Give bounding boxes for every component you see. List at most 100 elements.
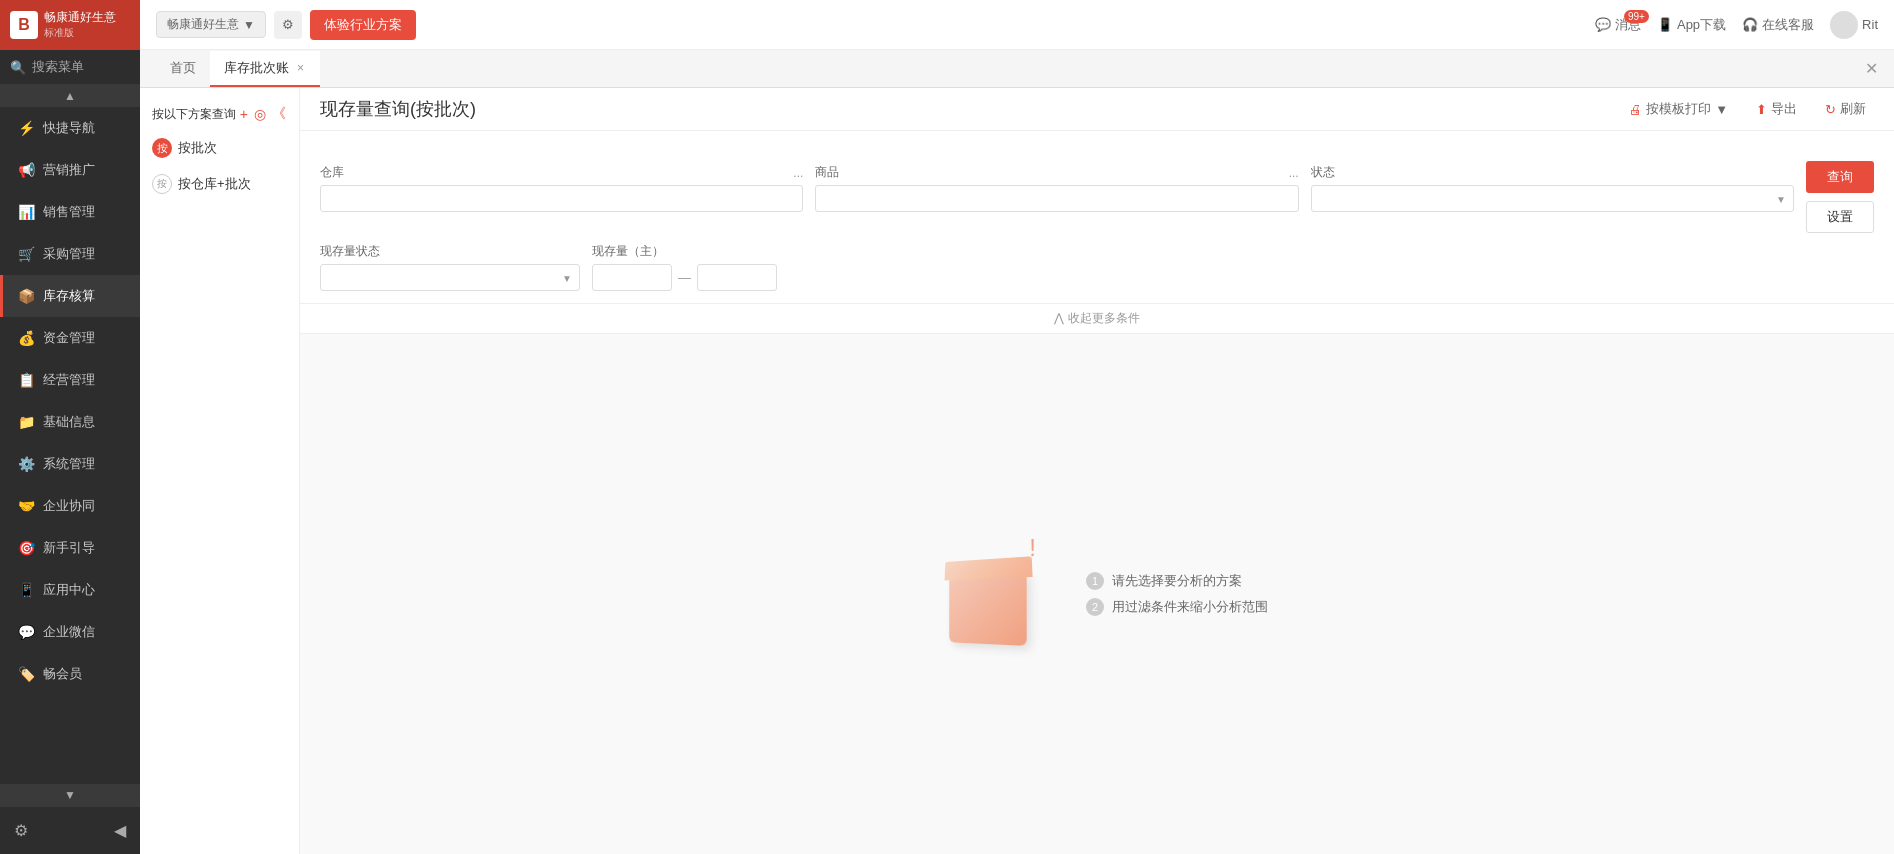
tab-home[interactable]: 首页	[156, 51, 210, 87]
experience-industry-button[interactable]: 体验行业方案	[310, 10, 416, 40]
app-download-label: App下载	[1677, 16, 1726, 34]
sidebar-item-label-quick-nav: 快捷导航	[43, 119, 95, 137]
sidebar-item-label-basic: 基础信息	[43, 413, 95, 431]
stock-status-select[interactable]	[320, 264, 580, 291]
left-panel-title: 按以下方案查询	[152, 106, 236, 123]
refresh-button[interactable]: ↻ 刷新	[1817, 96, 1874, 122]
finance-icon: 💰	[17, 330, 35, 346]
sidebar-item-wechat[interactable]: 💬 企业微信	[0, 611, 140, 653]
sidebar-collapse-icon[interactable]: ◀	[110, 817, 130, 844]
empty-exclaim-icon: !	[1029, 534, 1036, 562]
sidebar-item-basic[interactable]: 📁 基础信息	[0, 401, 140, 443]
filter-stock-qty-label: 现存量（主）	[592, 243, 1874, 260]
app-download-button[interactable]: 📱 App下载	[1657, 16, 1726, 34]
sidebar-item-appcenter[interactable]: 📱 应用中心	[0, 569, 140, 611]
warehouse-dots[interactable]: ...	[793, 166, 803, 180]
global-settings-icon[interactable]: ⚙	[10, 817, 32, 844]
filter-settings-button[interactable]: 设置	[1806, 201, 1874, 233]
sidebar-item-label-marketing: 营销推广	[43, 161, 95, 179]
message-icon: 💬	[1595, 17, 1611, 32]
appcenter-icon: 📱	[17, 582, 35, 598]
basic-icon: 📁	[17, 414, 35, 430]
headset-icon: 🎧	[1742, 17, 1758, 32]
sidebar-item-operation[interactable]: 📋 经营管理	[0, 359, 140, 401]
app-logo: B	[10, 11, 38, 39]
tab-panel-close-button[interactable]: ✕	[1865, 59, 1878, 78]
scheme-by-warehouse-batch-icon: 按	[152, 174, 172, 194]
empty-tip-2: 2 用过滤条件来缩小分析范围	[1086, 598, 1268, 616]
scroll-down-button[interactable]: ▼	[0, 784, 140, 806]
export-label: 导出	[1771, 100, 1797, 118]
user-name: Rit	[1862, 17, 1878, 32]
member-icon: 🏷️	[17, 666, 35, 682]
wechat-icon: 💬	[17, 624, 35, 640]
company-selector[interactable]: 畅康通好生意 ▼	[156, 11, 266, 38]
filter-stock-status-label: 现存量状态	[320, 243, 580, 260]
sidebar-item-sales[interactable]: 📊 销售管理	[0, 191, 140, 233]
tab-home-label: 首页	[170, 59, 196, 77]
sidebar-item-label-enterprise: 企业协同	[43, 497, 95, 515]
add-scheme-button[interactable]: +	[239, 104, 249, 124]
toolbar-right: 🖨 按模板打印 ▼ ⬆ 导出 ↻ 刷新	[1621, 96, 1874, 122]
topbar-gear-button[interactable]: ⚙	[274, 11, 302, 39]
export-button[interactable]: ⬆ 导出	[1748, 96, 1805, 122]
sidebar-item-newbie[interactable]: 🎯 新手引导	[0, 527, 140, 569]
warehouse-input[interactable]	[320, 185, 803, 212]
filter-status-field: 状态	[1311, 164, 1794, 212]
sidebar-item-inventory[interactable]: 📦 库存核算	[0, 275, 140, 317]
user-profile-button[interactable]: Rit	[1830, 11, 1878, 39]
tab-close-button[interactable]: ×	[295, 61, 306, 75]
filter-stock-qty-field: 现存量（主） —	[592, 243, 1874, 291]
filter-stock-status-field: 现存量状态	[320, 243, 580, 291]
sidebar-item-label-newbie: 新手引导	[43, 539, 95, 557]
tab-inventory-batch-label: 库存批次账	[224, 59, 289, 77]
empty-illustration: !	[926, 534, 1046, 654]
message-badge: 99+	[1624, 10, 1649, 23]
filter-row-1: 仓库 ... 商品 ... 状态	[320, 143, 1874, 233]
goods-input[interactable]	[815, 185, 1298, 212]
filter-status-label: 状态	[1311, 164, 1794, 181]
goods-dots[interactable]: ...	[1289, 166, 1299, 180]
scheme-by-batch-label: 按批次	[178, 139, 217, 157]
search-icon: 🔍	[10, 60, 26, 75]
filter-goods-label: 商品 ...	[815, 164, 1298, 181]
stock-status-select-wrap	[320, 264, 580, 291]
qty-max-input[interactable]	[697, 264, 777, 291]
sidebar-item-marketing[interactable]: 📢 营销推广	[0, 149, 140, 191]
scheme-by-batch[interactable]: 按 按批次	[140, 130, 299, 166]
sidebar-item-finance[interactable]: 💰 资金管理	[0, 317, 140, 359]
sidebar-item-enterprise[interactable]: 🤝 企业协同	[0, 485, 140, 527]
collapse-more-button[interactable]: ⋀ 收起更多条件	[300, 304, 1894, 334]
enterprise-icon: 🤝	[17, 498, 35, 514]
online-service-button[interactable]: 🎧 在线客服	[1742, 16, 1814, 34]
tip-text-1: 请先选择要分析的方案	[1112, 572, 1242, 590]
print-label: 按模板打印	[1646, 100, 1711, 118]
sidebar-item-label-system: 系统管理	[43, 455, 95, 473]
search-menu-label: 搜索菜单	[32, 58, 84, 76]
scheme-by-warehouse-batch-label: 按仓库+批次	[178, 175, 251, 193]
tab-inventory-batch[interactable]: 库存批次账 ×	[210, 51, 320, 87]
filter-bar: 仓库 ... 商品 ... 状态	[300, 131, 1894, 304]
page-title: 现存量查询(按批次)	[320, 97, 476, 121]
scheme-by-batch-icon: 按	[152, 138, 172, 158]
sidebar-item-label-appcenter: 应用中心	[43, 581, 95, 599]
sidebar-item-purchase[interactable]: 🛒 采购管理	[0, 233, 140, 275]
filter-goods-field: 商品 ...	[815, 164, 1298, 212]
sidebar-item-label-member: 畅会员	[43, 665, 82, 683]
status-select[interactable]	[1311, 185, 1794, 212]
sidebar-item-system[interactable]: ⚙️ 系统管理	[0, 443, 140, 485]
left-panel-collapse-button[interactable]: 《	[271, 104, 287, 124]
sidebar-item-member[interactable]: 🏷️ 畅会员	[0, 653, 140, 695]
tip-num-1: 1	[1086, 572, 1104, 590]
search-menu[interactable]: 🔍 搜索菜单	[0, 50, 140, 85]
print-button[interactable]: 🖨 按模板打印 ▼	[1621, 96, 1736, 122]
scheme-by-warehouse-batch[interactable]: 按 按仓库+批次	[140, 166, 299, 202]
scroll-up-button[interactable]: ▲	[0, 85, 140, 107]
sidebar-item-quick-nav[interactable]: ⚡ 快捷导航	[0, 107, 140, 149]
filter-warehouse-label: 仓库 ...	[320, 164, 803, 181]
message-button[interactable]: 💬 消息 99+	[1595, 16, 1641, 34]
print-chevron-icon: ▼	[1715, 102, 1728, 117]
qty-min-input[interactable]	[592, 264, 672, 291]
scheme-settings-button[interactable]: ◎	[253, 104, 267, 124]
query-button[interactable]: 查询	[1806, 161, 1874, 193]
